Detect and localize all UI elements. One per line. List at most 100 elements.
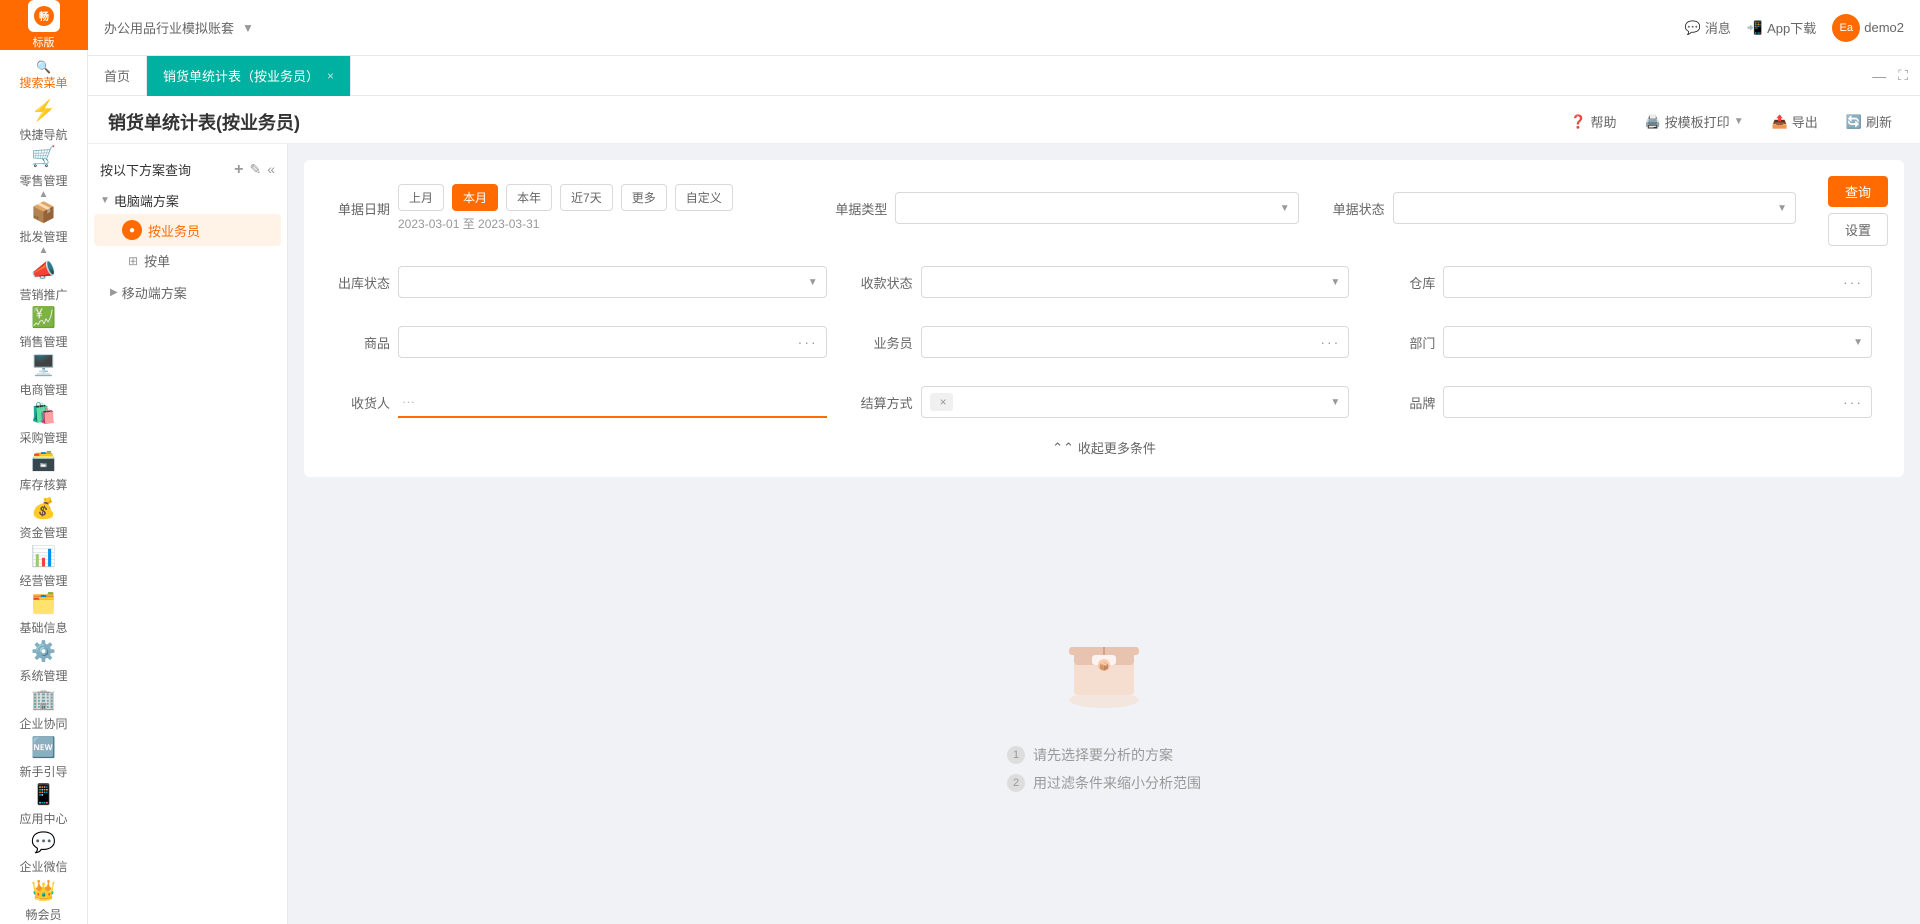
tab-maximize-icon[interactable]: ⛶ <box>1898 67 1908 84</box>
brand-dots-icon: ··· <box>1843 394 1863 410</box>
svg-text:畅: 畅 <box>39 10 49 23</box>
enterprise-label: 企业协同 <box>19 715 67 732</box>
collapse-panel-icon[interactable]: « <box>267 161 275 179</box>
sidebar-item-purchase[interactable]: 🛍️ 采购管理 <box>0 399 88 447</box>
settlement-select[interactable]: × ▼ <box>921 386 1350 418</box>
header-actions: 💬 消息 📲 App下载 Ea demo2 <box>1685 14 1904 42</box>
sidebar-item-system[interactable]: ⚙️ 系统管理 <box>0 638 88 686</box>
warehouse-input: ··· <box>1443 266 1872 298</box>
sidebar-item-appstore[interactable]: 📱 应用中心 <box>0 781 88 829</box>
desktop-group-label: 电脑端方案 <box>114 191 179 210</box>
sidebar-item-operation[interactable]: 📊 经营管理 <box>0 542 88 590</box>
dept-label: 部门 <box>1365 333 1435 352</box>
doc-status-filter-cell: 单据状态 ▼ <box>1315 176 1812 240</box>
avatar-abbr: Ea <box>1840 22 1853 34</box>
doc-status-label: 单据状态 <box>1315 199 1385 218</box>
goods-select[interactable]: ··· <box>398 326 827 358</box>
tab-sales-stats[interactable]: 销货单统计表（按业务员） × <box>147 56 351 96</box>
marketing-icon: 📣 <box>31 258 56 283</box>
collect-status-select[interactable]: ▼ <box>921 266 1350 298</box>
member-label: 畅会员 <box>25 906 61 923</box>
tab-close-icon[interactable]: × <box>327 69 334 83</box>
sidebar-item-inventory[interactable]: 🗃️ 库存核算 <box>0 447 88 495</box>
sidebar-item-newbie[interactable]: 🆕 新手引导 <box>0 733 88 781</box>
message-btn[interactable]: 💬 消息 <box>1685 18 1731 37</box>
edit-scheme-icon[interactable]: ✎ <box>249 161 261 179</box>
left-panel-title: 按以下方案查询 <box>100 160 191 179</box>
download-icon: 📲 <box>1747 20 1763 36</box>
date-btn-thisyear[interactable]: 本年 <box>506 184 552 211</box>
sidebar-item-enterprise[interactable]: 🏢 企业协同 <box>0 686 88 734</box>
receiver-input: ··· <box>398 386 827 418</box>
export-btn[interactable]: 📤 导出 <box>1764 108 1826 135</box>
chevron-down-icon[interactable]: ▼ <box>242 21 254 35</box>
app-download-label: App下载 <box>1767 18 1816 37</box>
sidebar-item-wechat[interactable]: 💬 企业微信 <box>0 829 88 877</box>
sidebar-item-quicknav[interactable]: ⚡ 快捷导航 <box>0 97 88 145</box>
brand-select[interactable]: ··· <box>1443 386 1872 418</box>
inventory-icon: 🗃️ <box>31 448 56 473</box>
sidebar-item-search[interactable]: 🔍 搜索菜单 <box>0 50 88 97</box>
template-print-btn[interactable]: 🖨️ 按模板打印 ▼ <box>1636 108 1751 135</box>
collapse-btn[interactable]: ⌃⌃ 收起更多条件 <box>1052 438 1156 457</box>
refresh-btn[interactable]: 🔄 刷新 <box>1838 108 1900 135</box>
salesman-input: ··· <box>921 326 1350 358</box>
scheme-item-salesman[interactable]: ● 按业务员 <box>94 214 281 246</box>
dept-select[interactable]: ▼ <box>1443 326 1872 358</box>
export-label: 导出 <box>1792 112 1818 131</box>
wholesale-icon: 📦 <box>31 200 56 225</box>
salesman-select[interactable]: ··· <box>921 326 1350 358</box>
receiver-text-input[interactable]: ··· <box>398 386 827 418</box>
date-btn-custom[interactable]: 自定义 <box>675 184 733 211</box>
sidebar-item-sales[interactable]: 💹 销售管理 <box>0 304 88 352</box>
mobile-group-label: 移动端方案 <box>122 283 187 302</box>
add-scheme-icon[interactable]: + <box>234 161 243 179</box>
date-btn-more[interactable]: 更多 <box>621 184 667 211</box>
date-btn-thismonth[interactable]: 本月 <box>452 184 498 211</box>
settings-btn[interactable]: 设置 <box>1828 213 1888 246</box>
export-icon: 📤 <box>1772 114 1788 130</box>
date-btn-7days[interactable]: 近7天 <box>560 184 613 211</box>
doc-status-select[interactable]: ▼ <box>1393 192 1796 224</box>
page-title: 销货单统计表(按业务员) <box>108 109 300 135</box>
scheme-item-byorder[interactable]: ⊞ 按单 <box>88 246 287 275</box>
doc-type-select[interactable]: ▼ <box>895 192 1298 224</box>
tab-minimize-icon[interactable]: — <box>1872 68 1886 84</box>
warehouse-select[interactable]: ··· <box>1443 266 1872 298</box>
member-icon: 👑 <box>31 878 56 903</box>
salesman-dots-icon: ··· <box>1320 334 1340 350</box>
date-btn-lastmonth[interactable]: 上月 <box>398 184 444 211</box>
sidebar-item-basic[interactable]: 🗂️ 基础信息 <box>0 590 88 638</box>
logo-label: 标版 <box>33 34 55 50</box>
salesman-filter-cell: 业务员 ··· <box>843 318 1366 366</box>
settlement-filter-cell: 结算方式 × ▼ <box>843 378 1366 426</box>
appstore-label: 应用中心 <box>19 810 67 827</box>
app-logo[interactable]: 畅 标版 <box>0 0 88 50</box>
collapse-label: 收起更多条件 <box>1078 438 1156 457</box>
warehouse-dots-icon: ··· <box>1843 274 1863 290</box>
user-profile[interactable]: Ea demo2 <box>1832 14 1904 42</box>
sidebar-item-finance[interactable]: 💰 资金管理 <box>0 495 88 543</box>
settlement-clear-icon[interactable]: × <box>940 395 947 409</box>
sidebar-item-marketing[interactable]: 📣 营销推广 <box>0 256 88 304</box>
wechat-label: 企业微信 <box>19 858 67 875</box>
dept-input: ▼ <box>1443 326 1872 358</box>
tab-home[interactable]: 首页 <box>88 56 147 96</box>
sidebar-item-retail[interactable]: 🛒 零售管理 ▲ <box>0 144 88 200</box>
help-btn[interactable]: ❓ 帮助 <box>1562 108 1624 135</box>
out-status-select[interactable]: ▼ <box>398 266 827 298</box>
query-btn[interactable]: 查询 <box>1828 176 1888 207</box>
sidebar-item-wholesale[interactable]: 📦 批发管理 ▲ <box>0 200 88 256</box>
scheme-salesman-label: 按业务员 <box>148 221 200 240</box>
desktop-group-title[interactable]: ▼ 电脑端方案 <box>88 187 287 214</box>
user-name: demo2 <box>1864 20 1904 35</box>
doc-type-input: ▼ <box>895 192 1298 224</box>
marketing-label: 营销推广 <box>19 286 67 303</box>
sidebar-item-ecommerce[interactable]: 🖥️ 电商管理 <box>0 352 88 400</box>
sidebar-item-member[interactable]: 👑 畅会员 <box>0 876 88 924</box>
mobile-group-title[interactable]: ▶ 移动端方案 <box>88 279 287 306</box>
query-buttons: 查询 设置 <box>1828 176 1888 246</box>
app-download-btn[interactable]: 📲 App下载 <box>1747 18 1816 37</box>
ecommerce-label: 电商管理 <box>19 381 67 398</box>
left-panel: 按以下方案查询 + ✎ « ▼ 电脑端方案 <box>88 144 288 924</box>
